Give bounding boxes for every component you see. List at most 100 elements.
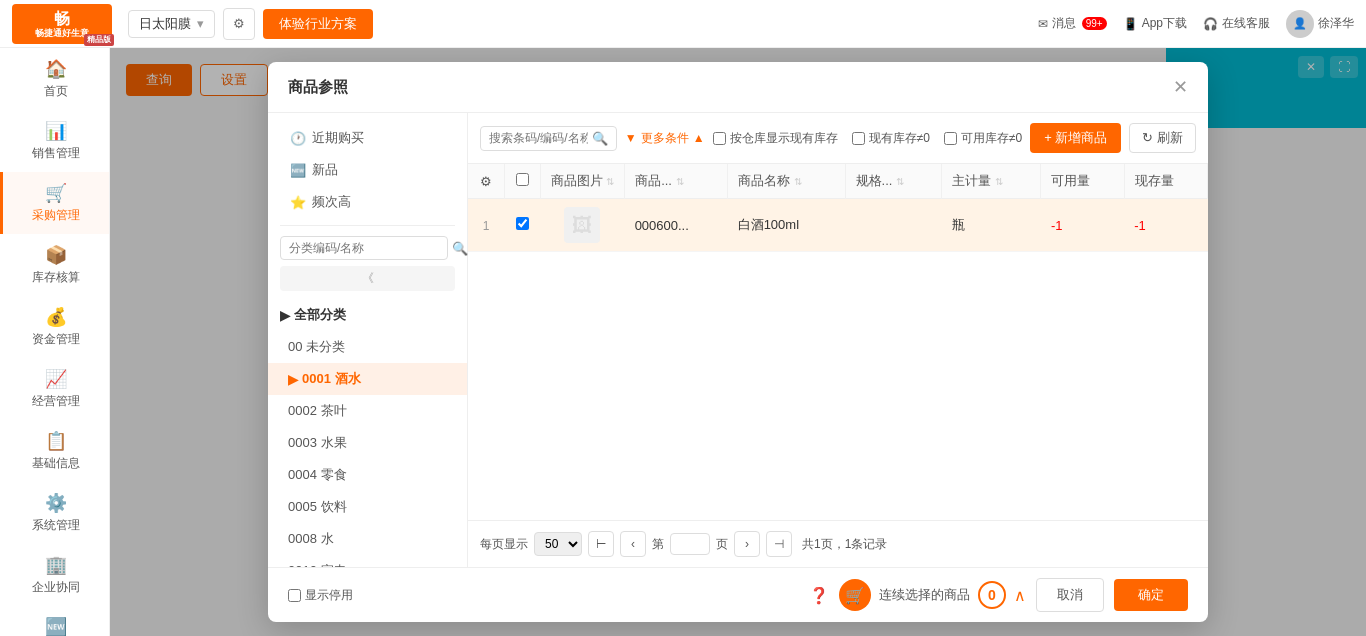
category-item-0010[interactable]: 0010 家电 bbox=[268, 555, 467, 567]
dropdown-arrow-icon: ▾ bbox=[197, 16, 204, 31]
per-page-select[interactable]: 50 bbox=[534, 532, 582, 556]
category-label-0005: 0005 饮料 bbox=[288, 498, 347, 516]
category-list: ▶ 全部分类 00 未分类 ▶ 0001 酒水 0002 茶 bbox=[268, 295, 467, 567]
show-disabled-label[interactable]: 显示停用 bbox=[288, 587, 353, 604]
category-label-0001: 0001 酒水 bbox=[302, 370, 361, 388]
help-icon[interactable]: ❓ bbox=[809, 586, 829, 605]
page-label: 第 bbox=[652, 536, 664, 553]
settings-button[interactable]: ⚙ bbox=[223, 8, 255, 40]
table-row[interactable]: 1 🖼 bbox=[468, 199, 1208, 252]
modal-body: 🕐 近期购买 🆕 新品 ⭐ 频次高 bbox=[268, 113, 1208, 567]
page-last-button[interactable]: ⊣ bbox=[766, 531, 792, 557]
checkbox-warehouse-label[interactable]: 按仓库显示现有库存 bbox=[713, 130, 838, 147]
recent-icon: 🕐 bbox=[290, 131, 306, 146]
sidebar-label-home: 首页 bbox=[44, 83, 68, 100]
message-button[interactable]: ✉ 消息 99+ bbox=[1038, 15, 1107, 32]
product-available: -1 bbox=[1051, 218, 1063, 233]
checkbox-warehouse[interactable] bbox=[713, 132, 726, 145]
col-name: 商品名称 ⇅ bbox=[728, 164, 845, 199]
sidebar-item-finance[interactable]: 💰 资金管理 bbox=[0, 296, 109, 358]
checkbox-stock[interactable] bbox=[852, 132, 865, 145]
modal-footer: 显示停用 ❓ 🛒 连续选择的商品 0 ∧ 取消 确定 bbox=[268, 567, 1208, 622]
basic-icon: 📋 bbox=[45, 430, 67, 452]
user-menu[interactable]: 👤 徐泽华 bbox=[1286, 10, 1354, 38]
category-item-0002[interactable]: 0002 茶叶 bbox=[268, 395, 467, 427]
confirm-button[interactable]: 确定 bbox=[1114, 579, 1188, 611]
sales-icon: 📊 bbox=[45, 120, 67, 142]
company-selector[interactable]: 日太阳膜 ▾ bbox=[128, 10, 215, 38]
checkbox-available[interactable] bbox=[944, 132, 957, 145]
tab-recent-purchase[interactable]: 🕐 近期购买 bbox=[280, 123, 455, 153]
trial-button[interactable]: 体验行业方案 bbox=[263, 9, 373, 39]
operation-icon: 📈 bbox=[45, 368, 67, 390]
sidebar-item-basic[interactable]: 📋 基础信息 bbox=[0, 420, 109, 482]
checkbox-stock-label[interactable]: 现有库存≠0 bbox=[852, 130, 930, 147]
modal-close-button[interactable]: ✕ bbox=[1173, 76, 1188, 98]
service-button[interactable]: 🎧 在线客服 bbox=[1203, 15, 1270, 32]
collapse-button[interactable]: 《 bbox=[280, 266, 455, 291]
filter-button[interactable]: ▼ 更多条件 ▲ bbox=[625, 130, 705, 147]
sidebar-item-operation[interactable]: 📈 经营管理 bbox=[0, 358, 109, 420]
category-item-0003[interactable]: 0003 水果 bbox=[268, 427, 467, 459]
company-name: 日太阳膜 bbox=[139, 15, 191, 33]
expand-arrow-all: ▶ bbox=[280, 308, 290, 323]
row-check-cell bbox=[504, 199, 540, 252]
right-panel: 🔍 ▼ 更多条件 ▲ 按仓库显示现有库存 bbox=[468, 113, 1208, 567]
refresh-button[interactable]: ↻ 刷新 bbox=[1129, 123, 1196, 153]
page-first-button[interactable]: ⊢ bbox=[588, 531, 614, 557]
row-code-cell: 000600... bbox=[625, 199, 728, 252]
sidebar-item-system[interactable]: ⚙️ 系统管理 bbox=[0, 482, 109, 544]
category-item-0008[interactable]: 0008 水 bbox=[268, 523, 467, 555]
freq-label: 频次高 bbox=[312, 193, 351, 211]
page-prev-button[interactable]: ‹ bbox=[620, 531, 646, 557]
col-check bbox=[504, 164, 540, 199]
cart-collapse-button[interactable]: ∧ bbox=[1014, 586, 1026, 605]
checkbox-available-text: 可用库存≠0 bbox=[961, 130, 1022, 147]
app-download-button[interactable]: 📱 App下载 bbox=[1123, 15, 1187, 32]
sidebar-item-sales[interactable]: 📊 销售管理 bbox=[0, 110, 109, 172]
category-search-input[interactable] bbox=[280, 236, 448, 260]
username: 徐泽华 bbox=[1318, 15, 1354, 32]
show-disabled-checkbox[interactable] bbox=[288, 589, 301, 602]
product-code: 000600... bbox=[635, 218, 689, 233]
sidebar-item-guide[interactable]: 🆕 新手引导 bbox=[0, 606, 109, 636]
product-image: 🖼 bbox=[564, 207, 600, 243]
category-label-0004: 0004 零食 bbox=[288, 466, 347, 484]
sidebar-item-purchase[interactable]: 🛒 采购管理 bbox=[0, 172, 109, 234]
sidebar-item-enterprise[interactable]: 🏢 企业协同 bbox=[0, 544, 109, 606]
page-number-input[interactable]: 1 bbox=[670, 533, 710, 555]
product-unit: 瓶 bbox=[952, 217, 965, 232]
inventory-icon: 📦 bbox=[45, 244, 67, 266]
category-label-00: 00 未分类 bbox=[288, 338, 345, 356]
tab-freq-high[interactable]: ⭐ 频次高 bbox=[280, 187, 455, 217]
message-label: 消息 bbox=[1052, 15, 1076, 32]
cart-icon[interactable]: 🛒 bbox=[839, 579, 871, 611]
product-search-input[interactable] bbox=[489, 131, 588, 145]
category-item-all[interactable]: ▶ 全部分类 bbox=[268, 299, 467, 331]
add-product-button[interactable]: + 新增商品 bbox=[1030, 123, 1121, 153]
page-suffix-label: 页 bbox=[716, 536, 728, 553]
category-item-0005[interactable]: 0005 饮料 bbox=[268, 491, 467, 523]
category-search-icon[interactable]: 🔍 bbox=[452, 241, 468, 256]
main-layout: 🏠 首页 📊 销售管理 🛒 采购管理 📦 库存核算 💰 资金管理 📈 经营管理 … bbox=[0, 48, 1366, 636]
checkbox-available-label[interactable]: 可用库存≠0 bbox=[944, 130, 1022, 147]
page-next-button[interactable]: › bbox=[734, 531, 760, 557]
guide-icon: 🆕 bbox=[45, 616, 67, 636]
row-checkbox[interactable] bbox=[516, 217, 529, 230]
sidebar-item-home[interactable]: 🏠 首页 bbox=[0, 48, 109, 110]
col-unit: 主计量 ⇅ bbox=[942, 164, 1041, 199]
tab-new-product[interactable]: 🆕 新品 bbox=[280, 155, 455, 185]
cancel-button[interactable]: 取消 bbox=[1036, 578, 1104, 612]
category-item-0001[interactable]: ▶ 0001 酒水 bbox=[268, 363, 467, 395]
gear-col-icon[interactable]: ⚙ bbox=[480, 174, 492, 189]
content-area: 查询 设置 ↻ 刷新 ✕ ⛶ 商品参照 ✕ bbox=[110, 48, 1366, 636]
product-search-icon[interactable]: 🔍 bbox=[592, 131, 608, 146]
navbar-right: ✉ 消息 99+ 📱 App下载 🎧 在线客服 👤 徐泽华 bbox=[1038, 10, 1354, 38]
select-all-checkbox[interactable] bbox=[516, 173, 529, 186]
product-search-box: 🔍 bbox=[480, 126, 617, 151]
category-item-00[interactable]: 00 未分类 bbox=[268, 331, 467, 363]
row-name-cell: 白酒100ml bbox=[728, 199, 845, 252]
sidebar-item-inventory[interactable]: 📦 库存核算 bbox=[0, 234, 109, 296]
category-item-0004[interactable]: 0004 零食 bbox=[268, 459, 467, 491]
new-icon: 🆕 bbox=[290, 163, 306, 178]
